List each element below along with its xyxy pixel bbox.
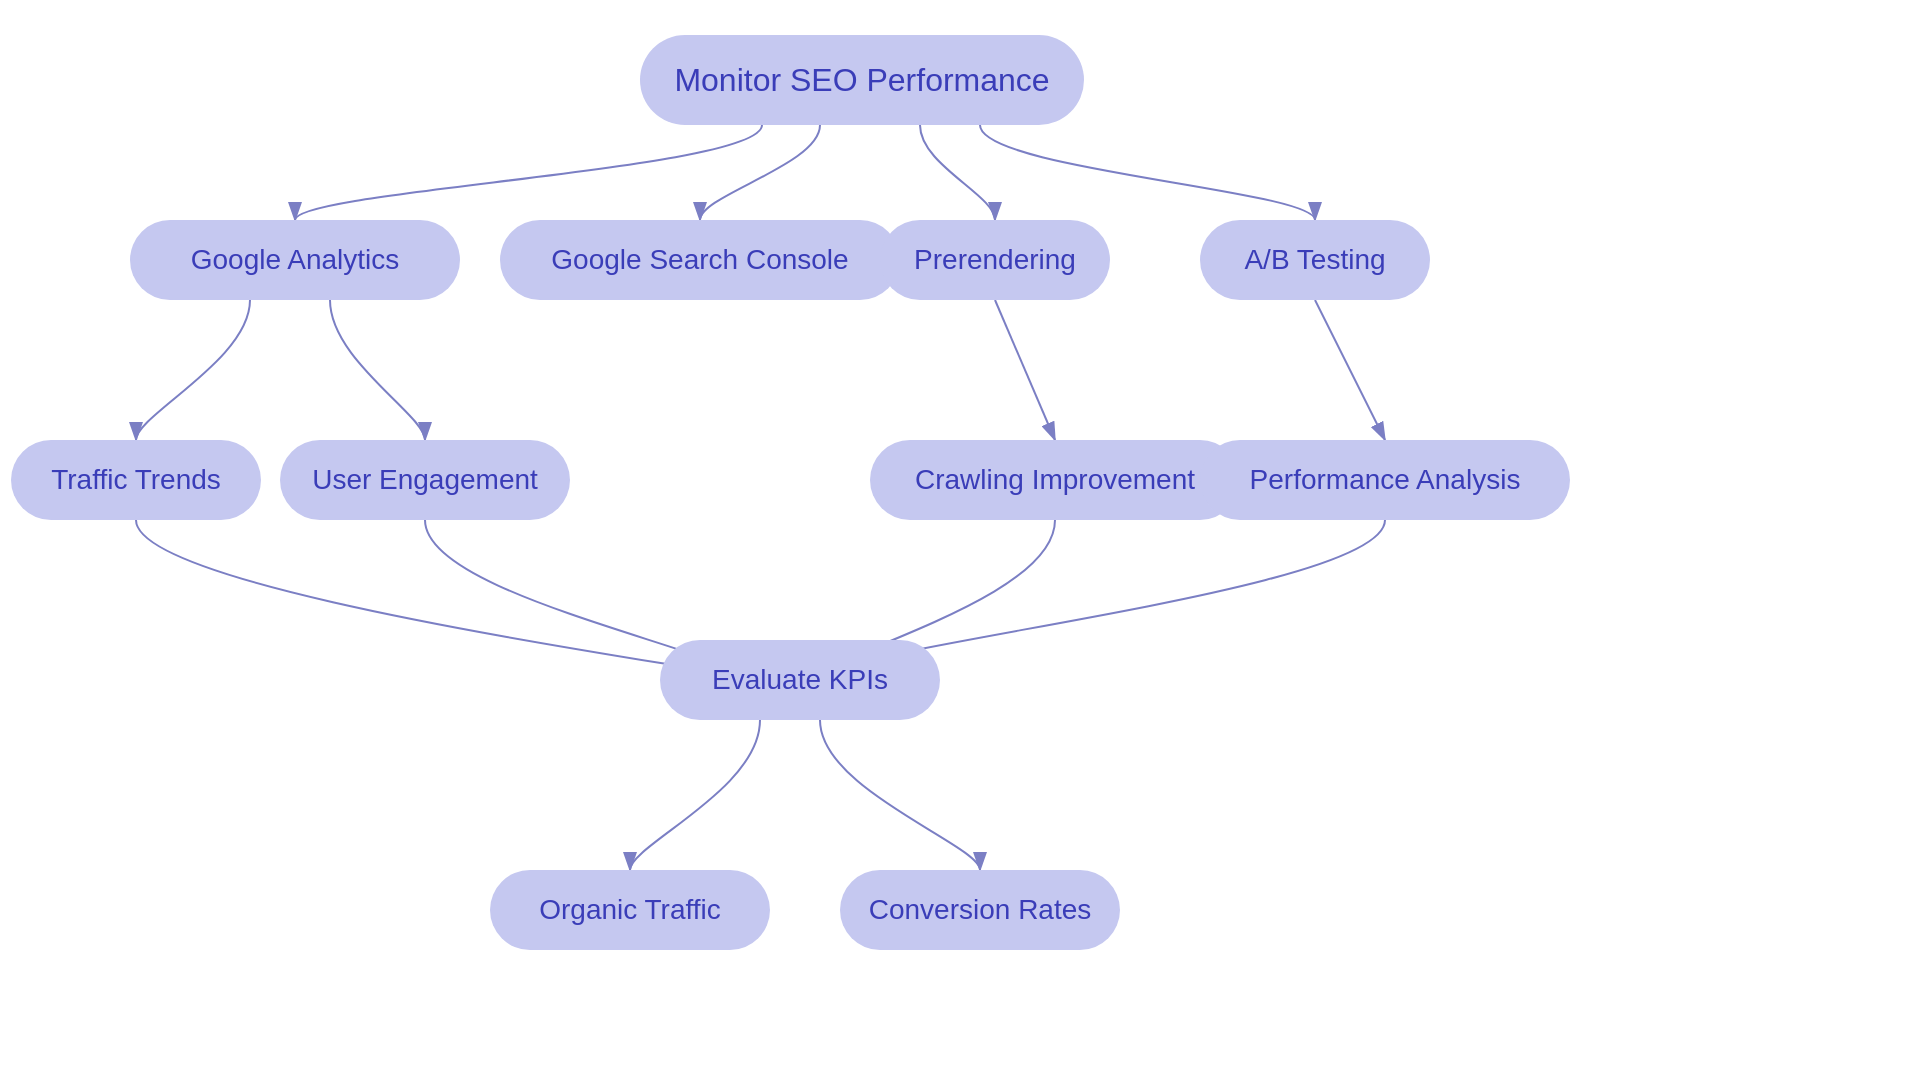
- node-root: Monitor SEO Performance: [640, 35, 1084, 125]
- node-google-analytics: Google Analytics: [130, 220, 460, 300]
- node-evaluate-kpis: Evaluate KPIs: [660, 640, 940, 720]
- node-prerendering: Prerendering: [880, 220, 1110, 300]
- node-user-engagement: User Engagement: [280, 440, 570, 520]
- diagram-container: Monitor SEO Performance Google Analytics…: [0, 0, 1920, 1083]
- node-google-search-console: Google Search Console: [500, 220, 900, 300]
- node-traffic-trends: Traffic Trends: [11, 440, 261, 520]
- node-ab-testing: A/B Testing: [1200, 220, 1430, 300]
- node-conversion-rates: Conversion Rates: [840, 870, 1120, 950]
- node-organic-traffic: Organic Traffic: [490, 870, 770, 950]
- node-crawling-improvement: Crawling Improvement: [870, 440, 1240, 520]
- node-performance-analysis: Performance Analysis: [1200, 440, 1570, 520]
